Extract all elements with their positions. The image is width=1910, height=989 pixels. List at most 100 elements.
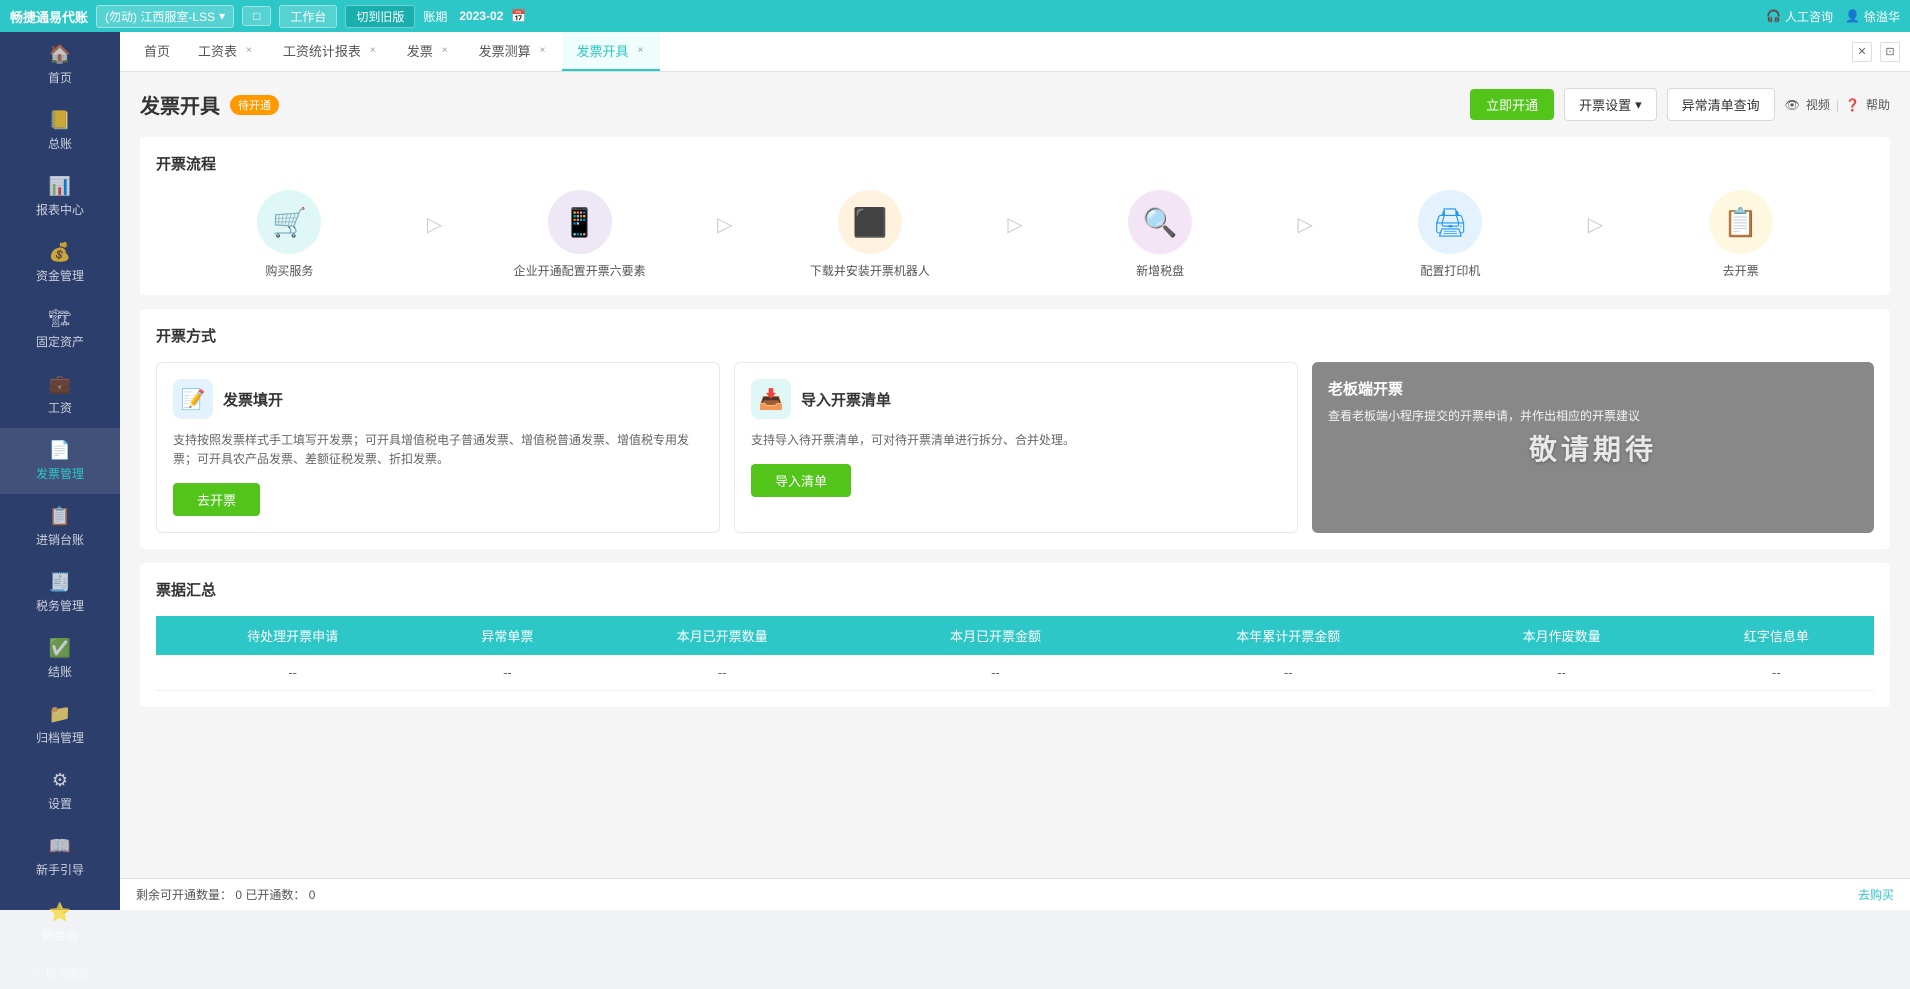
sidebar-item-home[interactable]: 🏠 首页: [0, 32, 120, 98]
tax-icon: 🧾: [49, 572, 71, 593]
sidebar-item-assets[interactable]: 🏗 固定资产: [0, 296, 120, 362]
sidebar-item-tax[interactable]: 🧾 税务管理: [0, 560, 120, 626]
sidebar-item-label: 畅会员: [42, 927, 78, 944]
summary-col-1: 异常单票: [429, 616, 585, 655]
sidebar: 🏠 首页 📒 总账 📊 报表中心 💰 资金管理 🏗 固定资产 💼 工资 📄 发票…: [0, 32, 120, 910]
tab-发票测算[interactable]: 发票测算 ×: [465, 32, 563, 71]
main-content: 首页工资表×工资统计报表×发票×发票测算×发票开具× ✕ ⊡ 发票开具 待开通 …: [120, 32, 1910, 910]
tab-工资统计报表[interactable]: 工资统计报表×: [269, 32, 393, 71]
sidebar-item-archive[interactable]: 📁 归档管理: [0, 692, 120, 758]
abnormal-list-button[interactable]: 异常清单查询: [1667, 88, 1775, 121]
tab-工资表[interactable]: 工资表 ×: [184, 32, 269, 71]
bottom-bar: 剩余可开通数量： 0 已开通数： 0 去购买: [120, 878, 1910, 910]
tab-发票[interactable]: 发票 ×: [393, 32, 465, 71]
flow-step-open: 📋 去开票: [1607, 190, 1874, 279]
sidebar-item-ledger[interactable]: 📒 总账: [0, 98, 120, 164]
period-value: 2023-02: [459, 9, 503, 23]
top-bar-left: 畅捷通易代账 (勿动) 江西服室-LSS ▾ □ 工作台 切到旧版 账期 202…: [10, 5, 526, 28]
workbench-button[interactable]: 工作台: [279, 5, 337, 28]
tab-首页[interactable]: 首页: [130, 32, 184, 71]
import-list-button[interactable]: 导入清单: [751, 464, 851, 497]
flow-arrow: ▷: [1003, 212, 1026, 237]
sidebar-item-label: 首页: [48, 69, 72, 86]
printer-label: 配置打印机: [1420, 262, 1480, 279]
summary-col-3: 本月已开票金额: [859, 616, 1132, 655]
summary-val-3: --: [859, 655, 1132, 691]
flow-section: 开票流程 🛒 购买服务 ▷ 📱 企业开通配置开票六要素 ▷ ⬛ 下载并安装开票机…: [140, 137, 1890, 295]
company-selector[interactable]: (勿动) 江西服室-LSS ▾: [96, 5, 234, 28]
tab-close-icon[interactable]: ×: [634, 44, 646, 57]
download-icon: ⬛: [838, 190, 902, 254]
user-profile[interactable]: 👤 徐溢华: [1845, 8, 1900, 25]
sidebar-item-label: 进销台账: [36, 531, 84, 548]
remaining-label: 剩余可开通数量：: [136, 888, 232, 902]
import-card-title: 导入开票清单: [801, 389, 891, 410]
sidebar-item-label: 发票管理: [36, 465, 84, 482]
reports-icon: 📊: [49, 176, 71, 197]
method-card-fill-header: 📝 发票填开: [173, 379, 703, 419]
summary-val-5: --: [1444, 655, 1678, 691]
restore-tab-button[interactable]: ⊡: [1880, 42, 1900, 62]
tab-label: 工资表: [198, 41, 237, 60]
page-area: 发票开具 待开通 立即开通 开票设置 ▾ 异常清单查询 👁 视频 | ❓: [120, 72, 1910, 878]
summary-col-4: 本年累计开票金额: [1132, 616, 1444, 655]
opened-value: 0: [309, 888, 316, 902]
summary-section: 票据汇总 待处理开票申请异常单票本月已开票数量本月已开票金额本年累计开票金额本月…: [140, 563, 1890, 707]
summary-col-6: 红字信息单: [1679, 616, 1874, 655]
flow-arrow: ▷: [713, 212, 736, 237]
help-icon: ❓: [1845, 98, 1860, 112]
period-label: 账期: [423, 8, 447, 25]
purchase-icon: 📋: [49, 506, 71, 527]
buy-link[interactable]: 去购买: [1858, 886, 1894, 903]
sidebar-item-invoice[interactable]: 📄 发票管理: [0, 428, 120, 494]
help-area: 👁 视频 | ❓ 帮助: [1785, 96, 1890, 113]
sidebar-item-funds[interactable]: 💰 资金管理: [0, 230, 120, 296]
tax_disk-label: 新增税盘: [1136, 262, 1184, 279]
switch-version-button[interactable]: 切到旧版: [345, 5, 415, 28]
support-btn[interactable]: 🎧 人工咨询: [1766, 8, 1833, 25]
copy-button[interactable]: □: [242, 6, 271, 26]
pin-icon: ↓: [31, 967, 37, 979]
go-open-ticket-button[interactable]: 去开票: [173, 483, 260, 516]
tab-close-icon[interactable]: ×: [439, 44, 451, 57]
flow-arrow: ▷: [423, 212, 446, 237]
sidebar-item-settings[interactable]: ⚙ 设置: [0, 758, 120, 824]
chevron-down-icon: ▾: [1635, 97, 1642, 113]
tab-close-icon[interactable]: ×: [367, 44, 379, 57]
method-cards: 📝 发票填开 支持按照发票样式手工填写开发票；可开具增值税电子普通发票、增值税普…: [156, 362, 1874, 533]
tab-close-icon[interactable]: ×: [537, 44, 549, 57]
open-icon: 📋: [1709, 190, 1773, 254]
tab-bar: 首页工资表×工资统计报表×发票×发票测算×发票开具× ✕ ⊡: [120, 32, 1910, 72]
tab-close-icon[interactable]: ×: [243, 44, 255, 57]
summary-val-0: --: [156, 655, 429, 691]
summary-title: 票据汇总: [156, 579, 1874, 600]
summary-table: 待处理开票申请异常单票本月已开票数量本月已开票金额本年累计开票金额本月作废数量红…: [156, 616, 1874, 691]
sidebar-item-settlement[interactable]: ✅ 结账: [0, 626, 120, 692]
sidebar-item-label: 工资: [48, 399, 72, 416]
close-tab-button[interactable]: ✕: [1852, 42, 1872, 62]
invoice-icon: 📄: [49, 440, 71, 461]
tab-label: 发票: [407, 41, 433, 60]
tab-发票开具[interactable]: 发票开具×: [562, 32, 660, 71]
pin-sidebar-button[interactable]: ↓ ↓取消固定: [0, 957, 120, 989]
open-settings-button[interactable]: 开票设置 ▾: [1564, 88, 1657, 121]
open-label: 去开票: [1723, 262, 1759, 279]
sidebar-item-member[interactable]: ⭐ 畅会员: [0, 890, 120, 956]
sidebar-item-label: 固定资产: [36, 333, 84, 350]
sidebar-item-guide[interactable]: 📖 新手引导: [0, 824, 120, 890]
setup-icon: 📱: [548, 190, 612, 254]
sidebar-item-payroll[interactable]: 💼 工资: [0, 362, 120, 428]
top-bar-right: 🎧 人工咨询 👤 徐溢华: [1766, 8, 1900, 25]
open-now-button[interactable]: 立即开通: [1470, 89, 1554, 120]
sidebar-item-purchase[interactable]: 📋 进销台账: [0, 494, 120, 560]
settlement-icon: ✅: [49, 638, 71, 659]
assets-icon: 🏗: [49, 308, 72, 329]
tax_disk-icon: 🔍: [1128, 190, 1192, 254]
download-label: 下载并安装开票机器人: [810, 262, 930, 279]
calendar-icon[interactable]: 📅: [511, 9, 526, 23]
tab-label: 发票测算: [479, 41, 531, 60]
sidebar-item-reports[interactable]: 📊 报表中心: [0, 164, 120, 230]
layout: 🏠 首页 📒 总账 📊 报表中心 💰 资金管理 🏗 固定资产 💼 工资 📄 发票…: [0, 32, 1910, 910]
remaining-value: 0: [235, 888, 242, 902]
page-title-area: 发票开具 待开通: [140, 90, 279, 119]
